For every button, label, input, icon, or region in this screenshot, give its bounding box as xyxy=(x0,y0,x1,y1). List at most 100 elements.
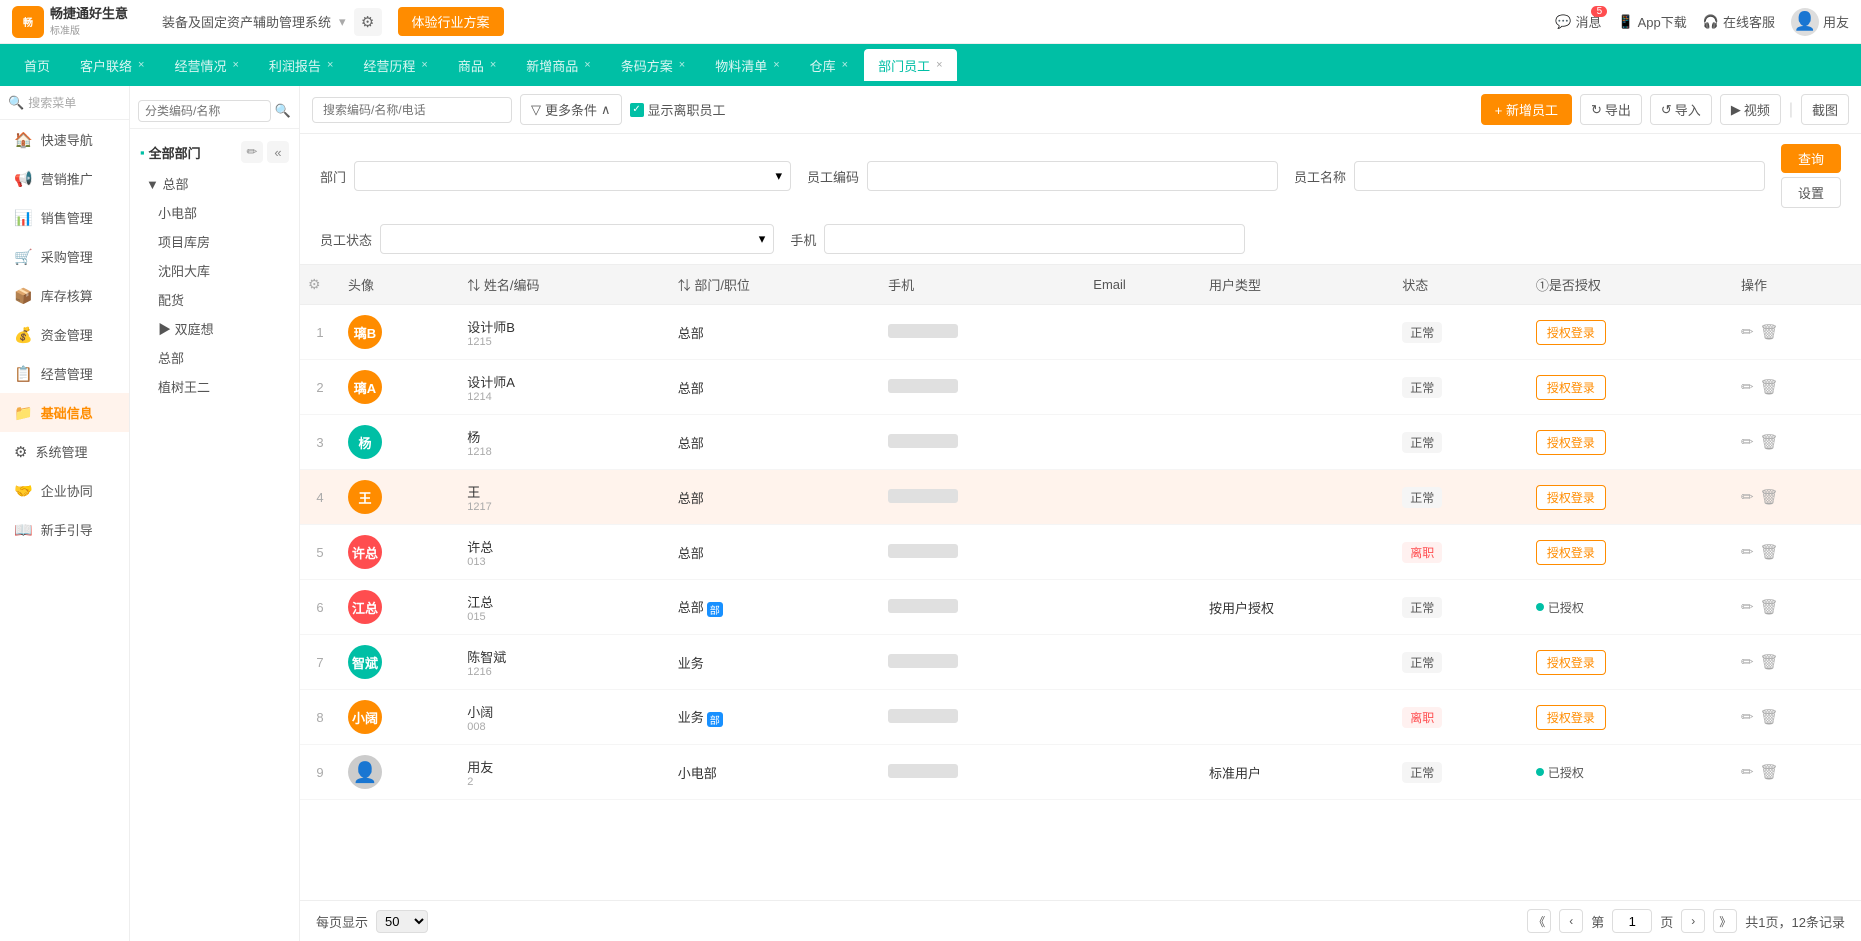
sidebar-item-基础信息[interactable]: 📁基础信息 xyxy=(0,393,129,432)
tab-close-icon[interactable]: × xyxy=(490,59,496,71)
online-service-btn[interactable]: 🎧 在线客服 xyxy=(1703,12,1775,31)
show-resigned-toggle[interactable]: ✓ 显示离职员工 xyxy=(630,100,726,119)
next-page-btn[interactable]: › xyxy=(1681,909,1705,933)
tab-close-icon[interactable]: × xyxy=(138,59,144,71)
dept-collapse-btn[interactable]: « xyxy=(267,141,289,163)
page-number-input[interactable] xyxy=(1612,909,1652,933)
nav-tab-客户联络[interactable]: 客户联络× xyxy=(66,49,158,81)
delete-button[interactable]: 🗑 xyxy=(1760,598,1779,616)
tab-close-icon[interactable]: × xyxy=(232,59,238,71)
delete-button[interactable]: 🗑 xyxy=(1760,323,1779,341)
edit-button[interactable]: ✏ xyxy=(1741,763,1754,781)
nav-tab-部门员工[interactable]: 部门员工× xyxy=(864,49,956,81)
filter-set-btn[interactable]: 设置 xyxy=(1781,177,1841,208)
filter-dept-select[interactable]: ▾ xyxy=(354,161,791,191)
gear-button[interactable]: ⚙ xyxy=(354,8,382,36)
delete-button[interactable]: 🗑 xyxy=(1760,763,1779,781)
emp-search-input[interactable] xyxy=(312,97,512,123)
nav-tab-条码方案[interactable]: 条码方案× xyxy=(607,49,699,81)
nav-tab-经营情况[interactable]: 经营情况× xyxy=(160,49,252,81)
auth-login-btn[interactable]: 授权登录 xyxy=(1536,705,1606,730)
nav-tab-新增商品[interactable]: 新增商品× xyxy=(512,49,604,81)
filter-emp-name-input[interactable] xyxy=(1354,161,1765,191)
nav-tab-商品[interactable]: 商品× xyxy=(444,49,510,81)
dept-search-icon[interactable]: 🔍 xyxy=(275,103,291,119)
delete-button[interactable]: 🗑 xyxy=(1760,378,1779,396)
app-download-btn[interactable]: 📱 App下载 xyxy=(1617,12,1686,31)
last-page-btn[interactable]: 》 xyxy=(1713,909,1737,933)
edit-button[interactable]: ✏ xyxy=(1741,488,1754,506)
delete-button[interactable]: 🗑 xyxy=(1760,433,1779,451)
sidebar-search[interactable]: 🔍 搜索菜单 xyxy=(0,86,129,120)
sidebar-item-资金管理[interactable]: 💰资金管理 xyxy=(0,315,129,354)
delete-button[interactable]: 🗑 xyxy=(1760,708,1779,726)
delete-button[interactable]: 🗑 xyxy=(1760,653,1779,671)
filter-phone-input[interactable] xyxy=(824,224,1244,254)
sidebar-item-采购管理[interactable]: 🛒采购管理 xyxy=(0,237,129,276)
view-button[interactable]: ▶ 视频 xyxy=(1720,94,1781,125)
dept-tree-item-项目库房[interactable]: 项目库房 xyxy=(130,227,299,256)
delete-button[interactable]: 🗑 xyxy=(1760,543,1779,561)
filter-status-select[interactable]: ▾ xyxy=(380,224,774,254)
first-page-btn[interactable]: 《 xyxy=(1527,909,1551,933)
dept-tree-item-配货[interactable]: 配货 xyxy=(130,285,299,314)
nav-tab-经营历程[interactable]: 经营历程× xyxy=(349,49,441,81)
user-area[interactable]: 👤 用友 xyxy=(1791,8,1849,36)
dept-tree-item-小电部[interactable]: 小电部 xyxy=(130,198,299,227)
nav-tab-仓库[interactable]: 仓库× xyxy=(796,49,862,81)
nav-tab-物料清单[interactable]: 物料清单× xyxy=(701,49,793,81)
tab-close-icon[interactable]: × xyxy=(679,59,685,71)
filter-search-btn[interactable]: 查询 xyxy=(1781,144,1841,173)
sidebar-item-快速导航[interactable]: 🏠快速导航 xyxy=(0,120,129,159)
auth-login-btn[interactable]: 授权登录 xyxy=(1536,540,1606,565)
edit-button[interactable]: ✏ xyxy=(1741,708,1754,726)
auth-login-btn[interactable]: 授权登录 xyxy=(1536,485,1606,510)
nav-tab-首页[interactable]: 首页 xyxy=(10,49,64,81)
screenshot-button[interactable]: 截图 xyxy=(1801,94,1849,125)
tab-close-icon[interactable]: × xyxy=(842,59,848,71)
dept-tree-item-总部[interactable]: ▼ 总部 xyxy=(130,169,299,198)
edit-button[interactable]: ✏ xyxy=(1741,543,1754,561)
sidebar-item-新手引导[interactable]: 📖新手引导 xyxy=(0,510,129,549)
table-settings-icon[interactable]: ⚙ xyxy=(308,276,321,292)
tab-close-icon[interactable]: × xyxy=(421,59,427,71)
table-col-3[interactable]: ⇅ 部门/职位 xyxy=(670,265,880,305)
dept-search-input[interactable] xyxy=(138,100,271,122)
dropdown-arrow-icon[interactable]: ▾ xyxy=(339,14,346,30)
sidebar-item-系统管理[interactable]: ⚙系统管理 xyxy=(0,432,129,471)
edit-button[interactable]: ✏ xyxy=(1741,323,1754,341)
dept-tree-item-总部[interactable]: 总部 xyxy=(130,343,299,372)
table-col-2[interactable]: ⇅ 姓名/编码 xyxy=(459,265,669,305)
dept-tree-item-沈阳大库[interactable]: 沈阳大库 xyxy=(130,256,299,285)
page-size-select[interactable]: 50 100 xyxy=(376,910,428,933)
trial-button[interactable]: 体验行业方案 xyxy=(398,7,504,36)
sidebar-item-企业协同[interactable]: 🤝企业协同 xyxy=(0,471,129,510)
tab-close-icon[interactable]: × xyxy=(773,59,779,71)
tab-close-icon[interactable]: × xyxy=(936,59,942,71)
export-button[interactable]: ↻ 导出 xyxy=(1580,94,1642,125)
dept-tree-item-双庭想[interactable]: ▶ 双庭想 xyxy=(130,314,299,343)
edit-button[interactable]: ✏ xyxy=(1741,433,1754,451)
dept-add-btn[interactable]: ✏ xyxy=(241,141,263,163)
edit-button[interactable]: ✏ xyxy=(1741,598,1754,616)
dept-tree-item-植树王二[interactable]: 植树王二 xyxy=(130,372,299,401)
prev-page-btn[interactable]: ‹ xyxy=(1559,909,1583,933)
auth-login-btn[interactable]: 授权登录 xyxy=(1536,430,1606,455)
sidebar-item-销售管理[interactable]: 📊销售管理 xyxy=(0,198,129,237)
tab-close-icon[interactable]: × xyxy=(327,59,333,71)
messages-btn[interactable]: 💬 消息 5 xyxy=(1555,12,1601,31)
filter-emp-code-input[interactable] xyxy=(867,161,1278,191)
import-button[interactable]: ↺ 导入 xyxy=(1650,94,1712,125)
sidebar-item-库存核算[interactable]: 📦库存核算 xyxy=(0,276,129,315)
sidebar-item-营销推广[interactable]: 📢营销推广 xyxy=(0,159,129,198)
edit-button[interactable]: ✏ xyxy=(1741,378,1754,396)
delete-button[interactable]: 🗑 xyxy=(1760,488,1779,506)
sidebar-item-经营管理[interactable]: 📋经营管理 xyxy=(0,354,129,393)
nav-tab-利润报告[interactable]: 利润报告× xyxy=(255,49,347,81)
auth-login-btn[interactable]: 授权登录 xyxy=(1536,375,1606,400)
edit-button[interactable]: ✏ xyxy=(1741,653,1754,671)
tab-close-icon[interactable]: × xyxy=(584,59,590,71)
auth-login-btn[interactable]: 授权登录 xyxy=(1536,320,1606,345)
more-filter-btn[interactable]: ▽ 更多条件 ∧ xyxy=(520,94,622,125)
auth-login-btn[interactable]: 授权登录 xyxy=(1536,650,1606,675)
